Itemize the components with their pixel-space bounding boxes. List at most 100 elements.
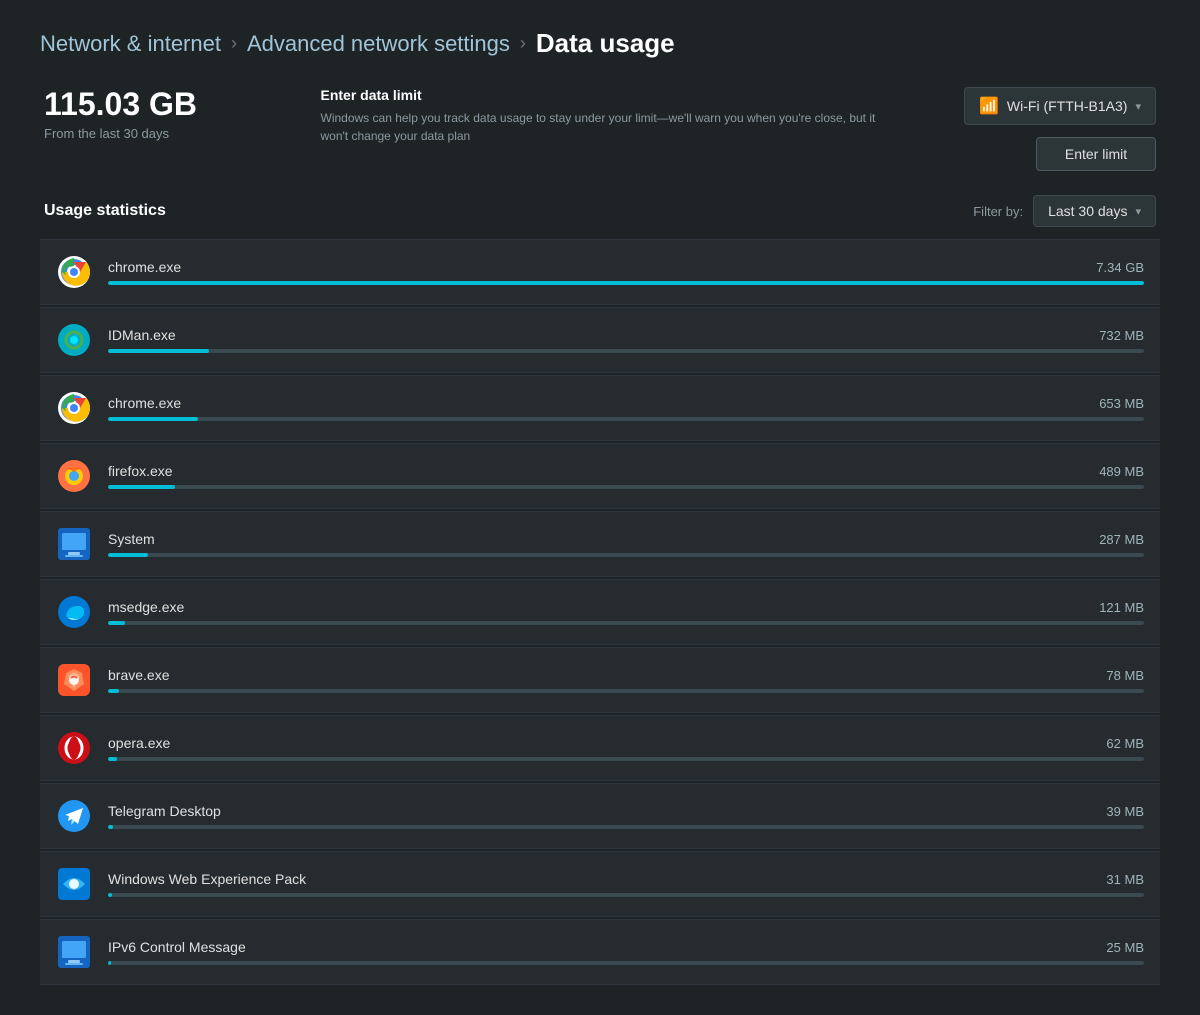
app-name-row: chrome.exe 653 MB: [108, 395, 1144, 411]
app-name: IPv6 Control Message: [108, 939, 246, 955]
app-name: Windows Web Experience Pack: [108, 871, 306, 887]
enter-limit-button[interactable]: Enter limit: [1036, 137, 1156, 171]
app-icon: [56, 322, 92, 358]
usage-stats-label: Usage statistics: [44, 202, 166, 220]
app-icon: [56, 934, 92, 970]
chevron-down-icon: ▾: [1135, 100, 1141, 113]
usage-row: chrome.exe 7.34 GB: [40, 239, 1160, 305]
usage-row: IDMan.exe 732 MB: [40, 307, 1160, 373]
app-usage: 62 MB: [1106, 736, 1144, 751]
data-total-label: From the last 30 days: [44, 126, 197, 141]
top-right: 📶 Wi-Fi (FTTH-B1A3) ▾ Enter limit: [964, 87, 1156, 171]
progress-bar-fill: [108, 485, 175, 489]
app-icon: [56, 798, 92, 834]
app-usage: 78 MB: [1106, 668, 1144, 683]
usage-row: msedge.exe 121 MB: [40, 579, 1160, 645]
progress-bar-fill: [108, 281, 1144, 285]
breadcrumb-sep1: ›: [231, 33, 237, 54]
progress-bar-fill: [108, 757, 117, 761]
progress-bar-bg: [108, 893, 1144, 897]
data-limit-title: Enter data limit: [321, 87, 881, 103]
app-name: firefox.exe: [108, 463, 173, 479]
progress-bar-fill: [108, 553, 148, 557]
app-info: Telegram Desktop 39 MB: [108, 803, 1144, 829]
app-info: brave.exe 78 MB: [108, 667, 1144, 693]
app-icon: [56, 526, 92, 562]
app-icon: [56, 390, 92, 426]
wifi-icon: 📶: [979, 96, 999, 116]
app-name: opera.exe: [108, 735, 170, 751]
app-name-row: msedge.exe 121 MB: [108, 599, 1144, 615]
app-info: IPv6 Control Message 25 MB: [108, 939, 1144, 965]
progress-bar-fill: [108, 961, 111, 965]
app-info: System 287 MB: [108, 531, 1144, 557]
data-total-amount: 115.03 GB: [44, 87, 197, 122]
app-info: Windows Web Experience Pack 31 MB: [108, 871, 1144, 897]
progress-bar-bg: [108, 553, 1144, 557]
progress-bar-bg: [108, 281, 1144, 285]
app-name: IDMan.exe: [108, 327, 176, 343]
filter-selected: Last 30 days: [1048, 203, 1127, 219]
filter-dropdown[interactable]: Last 30 days ▾: [1033, 195, 1156, 227]
progress-bar-fill: [108, 825, 113, 829]
breadcrumb-current: Data usage: [536, 28, 675, 59]
app-name: chrome.exe: [108, 259, 181, 275]
app-icon: [56, 866, 92, 902]
app-name-row: chrome.exe 7.34 GB: [108, 259, 1144, 275]
app-name-row: IDMan.exe 732 MB: [108, 327, 1144, 343]
wifi-selector[interactable]: 📶 Wi-Fi (FTTH-B1A3) ▾: [964, 87, 1156, 125]
app-name: chrome.exe: [108, 395, 181, 411]
app-info: msedge.exe 121 MB: [108, 599, 1144, 625]
app-info: chrome.exe 653 MB: [108, 395, 1144, 421]
app-info: IDMan.exe 732 MB: [108, 327, 1144, 353]
progress-bar-bg: [108, 485, 1144, 489]
usage-list: chrome.exe 7.34 GB IDMan.exe 732 MB: [40, 239, 1160, 987]
progress-bar-fill: [108, 689, 119, 693]
breadcrumb-parent[interactable]: Network & internet: [40, 31, 221, 57]
app-usage: 31 MB: [1106, 872, 1144, 887]
usage-row: Windows Web Experience Pack 31 MB: [40, 851, 1160, 917]
app-name: brave.exe: [108, 667, 169, 683]
app-usage: 653 MB: [1099, 396, 1144, 411]
usage-row: System 287 MB: [40, 511, 1160, 577]
filter-section: Usage statistics Filter by: Last 30 days…: [40, 195, 1160, 227]
filter-label: Filter by:: [973, 204, 1023, 219]
progress-bar-bg: [108, 757, 1144, 761]
app-info: chrome.exe 7.34 GB: [108, 259, 1144, 285]
breadcrumb-middle[interactable]: Advanced network settings: [247, 31, 510, 57]
app-name-row: IPv6 Control Message 25 MB: [108, 939, 1144, 955]
progress-bar-fill: [108, 349, 209, 353]
app-name-row: Telegram Desktop 39 MB: [108, 803, 1144, 819]
data-limit-desc: Windows can help you track data usage to…: [321, 109, 881, 145]
top-section: 115.03 GB From the last 30 days Enter da…: [40, 87, 1160, 171]
progress-bar-bg: [108, 961, 1144, 965]
app-name-row: firefox.exe 489 MB: [108, 463, 1144, 479]
app-name-row: System 287 MB: [108, 531, 1144, 547]
wifi-label: Wi-Fi (FTTH-B1A3): [1007, 98, 1128, 114]
app-icon: [56, 730, 92, 766]
data-total: 115.03 GB From the last 30 days: [44, 87, 197, 141]
progress-bar-bg: [108, 689, 1144, 693]
app-icon: [56, 458, 92, 494]
app-name: Telegram Desktop: [108, 803, 221, 819]
app-name-row: brave.exe 78 MB: [108, 667, 1144, 683]
app-icon: [56, 662, 92, 698]
progress-bar-bg: [108, 417, 1144, 421]
progress-bar-fill: [108, 621, 125, 625]
app-name: msedge.exe: [108, 599, 184, 615]
progress-bar-bg: [108, 349, 1144, 353]
app-usage: 25 MB: [1106, 940, 1144, 955]
progress-bar-fill: [108, 417, 198, 421]
app-info: firefox.exe 489 MB: [108, 463, 1144, 489]
usage-row: opera.exe 62 MB: [40, 715, 1160, 781]
filter-chevron-icon: ▾: [1135, 205, 1141, 218]
breadcrumb-sep2: ›: [520, 33, 526, 54]
app-usage: 732 MB: [1099, 328, 1144, 343]
usage-row: firefox.exe 489 MB: [40, 443, 1160, 509]
app-name-row: Windows Web Experience Pack 31 MB: [108, 871, 1144, 887]
usage-row: IPv6 Control Message 25 MB: [40, 919, 1160, 985]
usage-row: brave.exe 78 MB: [40, 647, 1160, 713]
app-name: System: [108, 531, 155, 547]
usage-row: Telegram Desktop 39 MB: [40, 783, 1160, 849]
app-name-row: opera.exe 62 MB: [108, 735, 1144, 751]
